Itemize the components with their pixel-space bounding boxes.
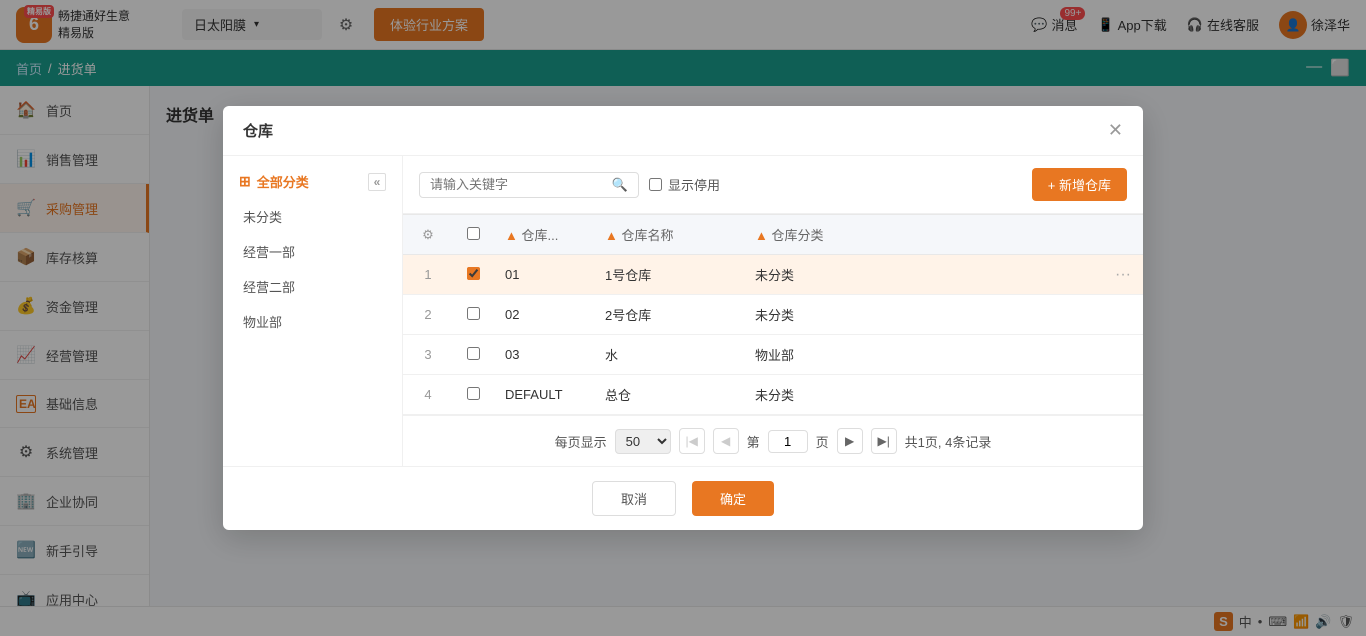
- row-checkbox[interactable]: [453, 375, 493, 415]
- row-name: 总仓: [593, 375, 743, 415]
- row-check[interactable]: [467, 347, 480, 360]
- add-warehouse-button[interactable]: + 新增仓库: [1032, 168, 1127, 201]
- cancel-button[interactable]: 取消: [592, 481, 676, 516]
- confirm-button[interactable]: 确定: [692, 481, 774, 516]
- category-panel: ⊞ 全部分类 « 未分类 经营一部 经营二部 物业部: [223, 156, 403, 466]
- next-page-button[interactable]: ▶: [837, 428, 863, 454]
- row-checkbox[interactable]: [453, 255, 493, 295]
- pagination-bar: 每页显示 50 100 200 |◀ ◀ 第 1 页 ▶ ▶| 共1页, 4条记…: [403, 415, 1143, 466]
- show-disabled-label: 显示停用: [668, 175, 720, 194]
- warehouse-dialog: 仓库 ✕ ⊞ 全部分类 « 未分类 经营一部 经营二部 物业部: [223, 106, 1143, 530]
- th-code[interactable]: ▲ 仓库...: [493, 215, 593, 255]
- th-category[interactable]: ▲ 仓库分类: [743, 215, 1143, 255]
- category-unclassified[interactable]: 未分类: [223, 199, 402, 234]
- table-header-row: ⚙ ▲ 仓库... ▲ 仓库名称 ▲: [403, 215, 1143, 255]
- page-label: 第: [747, 432, 760, 451]
- row-more-icon[interactable]: ···: [1115, 266, 1131, 284]
- dialog-title: 仓库: [243, 120, 273, 141]
- per-page-label: 每页显示: [555, 432, 607, 451]
- search-icon[interactable]: 🔍: [612, 177, 628, 193]
- last-page-button[interactable]: ▶|: [871, 428, 897, 454]
- search-input[interactable]: [430, 177, 608, 192]
- category-operations-2[interactable]: 经营二部: [223, 269, 402, 304]
- row-number: 4: [403, 375, 453, 415]
- first-page-button[interactable]: |◀: [679, 428, 705, 454]
- sort-icon-name: ▲: [605, 228, 618, 243]
- row-name: 水: [593, 335, 743, 375]
- dialog-footer: 取消 确定: [223, 466, 1143, 530]
- row-checkbox[interactable]: [453, 295, 493, 335]
- warehouse-table-wrap: ⚙ ▲ 仓库... ▲ 仓库名称 ▲: [403, 214, 1143, 415]
- dialog-close-button[interactable]: ✕: [1108, 120, 1123, 141]
- row-name: 2号仓库: [593, 295, 743, 335]
- sort-icon-cat: ▲: [755, 228, 768, 243]
- collapse-button[interactable]: «: [368, 173, 386, 191]
- prev-page-button[interactable]: ◀: [713, 428, 739, 454]
- th-settings[interactable]: ⚙: [403, 215, 453, 255]
- row-category: 物业部: [743, 335, 1143, 374]
- row-code: 01: [493, 255, 593, 295]
- warehouse-table: ⚙ ▲ 仓库... ▲ 仓库名称 ▲: [403, 214, 1143, 415]
- dialog-header: 仓库 ✕: [223, 106, 1143, 156]
- dialog-right-panel: 🔍 显示停用 + 新增仓库 ⚙ ▲: [403, 156, 1143, 466]
- row-code: 03: [493, 335, 593, 375]
- dialog-search-bar: 🔍 显示停用 + 新增仓库: [403, 156, 1143, 214]
- row-category: 未分类: [743, 375, 1143, 414]
- table-row[interactable]: 2 02 2号仓库 未分类: [403, 295, 1143, 335]
- th-name[interactable]: ▲ 仓库名称: [593, 215, 743, 255]
- category-all[interactable]: ⊞ 全部分类 «: [223, 164, 402, 199]
- row-name: 1号仓库: [593, 255, 743, 295]
- table-row[interactable]: 3 03 水 物业部: [403, 335, 1143, 375]
- row-check[interactable]: [467, 387, 480, 400]
- category-all-label: 全部分类: [257, 172, 309, 191]
- total-info: 共1页, 4条记录: [905, 432, 992, 451]
- show-disabled-checkbox[interactable]: 显示停用: [649, 175, 720, 194]
- row-number: 3: [403, 335, 453, 375]
- dialog-body: ⊞ 全部分类 « 未分类 经营一部 经营二部 物业部 �: [223, 156, 1143, 466]
- category-operations-1[interactable]: 经营一部: [223, 234, 402, 269]
- search-input-wrap: 🔍: [419, 172, 639, 198]
- per-page-select[interactable]: 50 100 200: [615, 429, 671, 454]
- sort-icon: ▲: [505, 228, 518, 243]
- show-disabled-check[interactable]: [649, 178, 662, 191]
- grid-icon: ⊞: [239, 173, 251, 190]
- row-number: 1: [403, 255, 453, 295]
- table-row[interactable]: 4 DEFAULT 总仓 未分类: [403, 375, 1143, 415]
- row-category: 未分类: [743, 295, 1143, 334]
- row-checkbox[interactable]: [453, 335, 493, 375]
- page-suffix: 页: [816, 432, 829, 451]
- category-property[interactable]: 物业部: [223, 304, 402, 339]
- row-code: DEFAULT: [493, 375, 593, 415]
- page-input[interactable]: 1: [768, 430, 808, 453]
- table-row[interactable]: 1 01 1号仓库 未分类···: [403, 255, 1143, 295]
- row-check[interactable]: [467, 267, 480, 280]
- row-category: 未分类···: [743, 255, 1143, 294]
- th-checkbox[interactable]: [453, 215, 493, 255]
- row-number: 2: [403, 295, 453, 335]
- row-code: 02: [493, 295, 593, 335]
- row-check[interactable]: [467, 307, 480, 320]
- select-all-checkbox[interactable]: [467, 227, 480, 240]
